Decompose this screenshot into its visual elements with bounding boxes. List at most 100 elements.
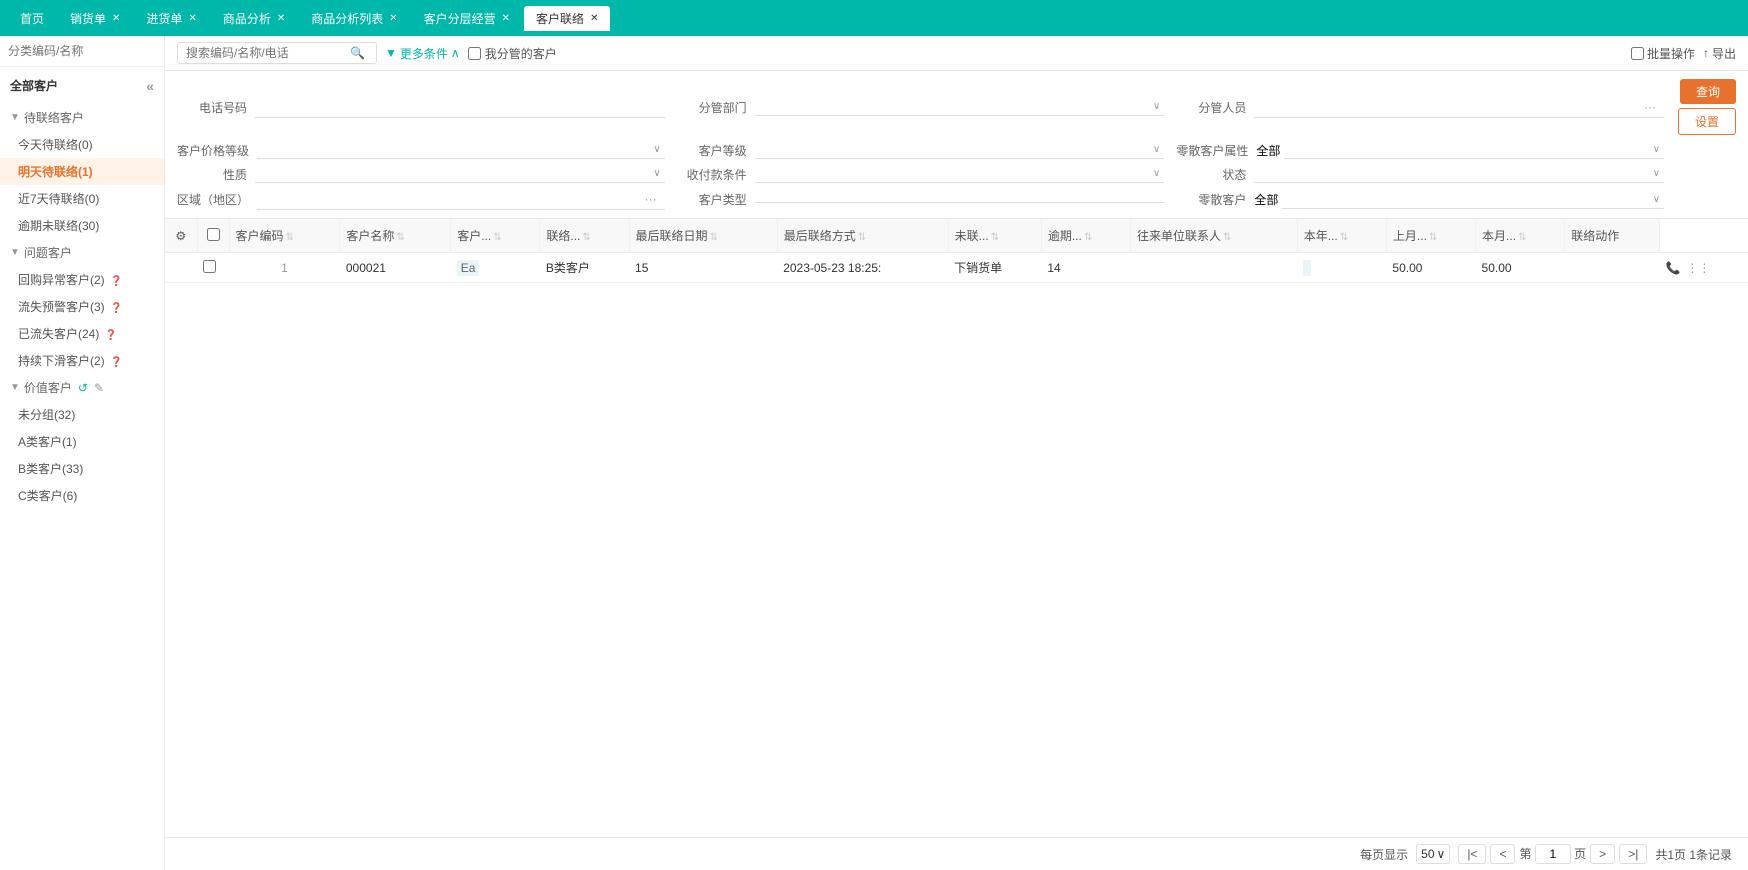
filter-search-icon[interactable]: 🔍 xyxy=(350,46,365,60)
col-last-method-sort[interactable]: ⇅ xyxy=(858,232,866,243)
content-area: 🔍 ▼ 更多条件 ∧ 我分管的客户 批量操作 ↑ 导出 xyxy=(165,36,1748,870)
filter-phone-input[interactable] xyxy=(255,97,665,118)
filter-status-select[interactable]: ∨ xyxy=(1254,165,1664,183)
action-more-icon[interactable]: ⋮⋮ xyxy=(1686,261,1710,275)
col-uncontact-sort[interactable]: ⇅ xyxy=(991,232,999,243)
col-this-month-label: 本月... xyxy=(1482,229,1516,243)
sidebar-class-c[interactable]: C类客户(6) xyxy=(0,482,164,509)
nav-home[interactable]: 首页 xyxy=(8,6,56,31)
nav-product-list-close[interactable]: ✕ xyxy=(389,13,397,24)
filter-region-dots[interactable]: ··· xyxy=(641,192,661,206)
sidebar-all-customers[interactable]: 全部客户 « xyxy=(0,71,164,100)
nav-product-analysis-close[interactable]: ✕ xyxy=(277,13,285,24)
nav-product-analysis[interactable]: 商品分析 ✕ xyxy=(211,6,297,31)
sidebar-class-b[interactable]: B类客户(33) xyxy=(0,455,164,482)
col-check[interactable] xyxy=(197,219,229,253)
nav-customer-segment-label: 客户分层经营 xyxy=(424,10,496,27)
row-uncontact: 14 xyxy=(1041,253,1130,283)
sidebar-value-refresh-icon[interactable]: ↺ xyxy=(78,381,88,395)
filter-region-select[interactable]: ··· xyxy=(257,189,665,210)
more-conditions-btn[interactable]: ▼ 更多条件 ∧ xyxy=(385,45,460,62)
sidebar-tomorrow-pending[interactable]: 明天待联络(1) xyxy=(0,158,164,185)
nav-purchase[interactable]: 进货单 ✕ xyxy=(134,6,208,31)
my-customers-toggle[interactable]: 我分管的客户 xyxy=(468,45,557,62)
batch-op-btn[interactable]: 批量操作 xyxy=(1631,45,1695,62)
filter-cust-type-select[interactable] xyxy=(755,196,1165,203)
filter-dept-select[interactable]: ∨ xyxy=(755,98,1165,116)
row-last-method[interactable]: 下销货单 xyxy=(948,253,1041,283)
settings-btn[interactable]: 设置 xyxy=(1678,108,1736,135)
col-this-year-sort[interactable]: ⇅ xyxy=(1340,232,1348,243)
sidebar-class-c-label: C类客户(6) xyxy=(18,489,77,503)
filter-cust-level-select[interactable]: ∨ xyxy=(755,141,1165,159)
filter-retail-cust-arrow: ∨ xyxy=(1653,194,1660,205)
sidebar-value-edit-icon[interactable]: ✎ xyxy=(94,381,104,395)
sidebar-repurchase-abnormal[interactable]: 回购异常客户(2) ❓ xyxy=(0,266,164,293)
sidebar-ungrouped[interactable]: 未分组(32) xyxy=(0,401,164,428)
export-btn[interactable]: ↑ 导出 xyxy=(1703,45,1736,62)
col-overdue-sort[interactable]: ⇅ xyxy=(1084,232,1092,243)
col-last-month-label: 上月... xyxy=(1393,229,1427,243)
filter-payment: 收付款条件 ∨ xyxy=(677,165,1165,183)
sidebar-overdue-pending[interactable]: 逾期未联络(30) xyxy=(0,212,164,239)
sidebar-today-pending[interactable]: 今天待联络(0) xyxy=(0,131,164,158)
prev-page-btn[interactable]: < xyxy=(1490,844,1515,864)
nav-product-list[interactable]: 商品分析列表 ✕ xyxy=(299,6,409,31)
batch-op-checkbox[interactable] xyxy=(1631,47,1644,60)
row-name[interactable]: Ea xyxy=(451,253,540,283)
col-code-sort[interactable]: ⇅ xyxy=(286,232,294,243)
col-contact-person-sort[interactable]: ⇅ xyxy=(1223,232,1231,243)
sidebar-week-pending[interactable]: 近7天待联络(0) xyxy=(0,185,164,212)
sidebar-declining[interactable]: 持续下滑客户(2) ❓ xyxy=(0,347,164,374)
filter-person-dots[interactable]: ··· xyxy=(1640,100,1660,114)
action-phone-icon[interactable]: 📞 xyxy=(1665,261,1680,275)
my-customers-checkbox[interactable] xyxy=(468,47,481,60)
sidebar-class-a[interactable]: A类客户(1) xyxy=(0,428,164,455)
next-page-btn[interactable]: > xyxy=(1590,844,1615,864)
page-input[interactable] xyxy=(1535,844,1571,864)
per-page-select[interactable]: 50 ∨ xyxy=(1416,844,1450,864)
last-page-btn[interactable]: >| xyxy=(1619,844,1647,864)
col-name-sort[interactable]: ⇅ xyxy=(396,232,404,243)
col-last-date-sort[interactable]: ⇅ xyxy=(710,232,718,243)
filter-person-select[interactable]: ··· xyxy=(1254,97,1664,118)
col-contact-count-sort[interactable]: ⇅ xyxy=(582,232,590,243)
sidebar-churn-warning[interactable]: 流失预警客户(3) ❓ xyxy=(0,293,164,320)
query-btn[interactable]: 查询 xyxy=(1680,79,1736,104)
filter-price-level-select[interactable]: ∨ xyxy=(257,141,665,159)
col-last-month: 上月...⇅ xyxy=(1386,219,1475,253)
first-page-btn[interactable]: |< xyxy=(1458,844,1486,864)
sidebar-pending-group[interactable]: ▼ 待联络客户 xyxy=(0,104,164,131)
row-checkbox[interactable] xyxy=(203,260,216,273)
col-this-year: 本年...⇅ xyxy=(1297,219,1386,253)
sidebar-churned[interactable]: 已流失客户(24) ❓ xyxy=(0,320,164,347)
filter-payment-select[interactable]: ∨ xyxy=(755,165,1165,183)
nav-sales-close[interactable]: ✕ xyxy=(112,13,120,24)
nav-customer-segment[interactable]: 客户分层经营 ✕ xyxy=(412,6,522,31)
row-last-method-value[interactable]: 下销货单 xyxy=(954,261,1002,275)
filter-retail-cust-select[interactable]: ∨ xyxy=(1282,191,1664,209)
nav-sales[interactable]: 销货单 ✕ xyxy=(58,6,132,31)
per-page-arrow: ∨ xyxy=(1437,847,1446,861)
filter-retail-attr-select[interactable]: ∨ xyxy=(1284,141,1664,159)
filter-cust-type-label: 客户类型 xyxy=(677,191,747,208)
nav-purchase-close[interactable]: ✕ xyxy=(188,13,196,24)
nav-customer-contact-close[interactable]: ✕ xyxy=(590,13,598,24)
page-suffix: 页 xyxy=(1574,847,1586,861)
filter-search-input[interactable] xyxy=(186,46,346,60)
nav-customer-segment-close[interactable]: ✕ xyxy=(502,13,510,24)
sidebar-value-group[interactable]: ▼ 价值客户 ↺ ✎ xyxy=(0,374,164,401)
select-all-checkbox[interactable] xyxy=(207,228,220,241)
col-type: 客户...⇅ xyxy=(451,219,540,253)
filter-nature-select[interactable]: ∨ xyxy=(255,165,665,183)
col-this-month-sort[interactable]: ⇅ xyxy=(1518,232,1526,243)
sidebar-search-input[interactable] xyxy=(8,44,163,58)
page-nav: |< < 第 页 > >| xyxy=(1458,844,1647,864)
col-gear[interactable]: ⚙ xyxy=(165,219,197,253)
pagination: 每页显示 50 ∨ |< < 第 页 > >| 共1页 1条记录 xyxy=(165,837,1748,870)
sidebar-problem-group[interactable]: ▼ 问题客户 xyxy=(0,239,164,266)
nav-customer-contact[interactable]: 客户联络 ✕ xyxy=(524,6,610,31)
col-last-month-sort[interactable]: ⇅ xyxy=(1429,232,1437,243)
col-type-sort[interactable]: ⇅ xyxy=(493,232,501,243)
row-type-value: B类客户 xyxy=(546,261,590,275)
